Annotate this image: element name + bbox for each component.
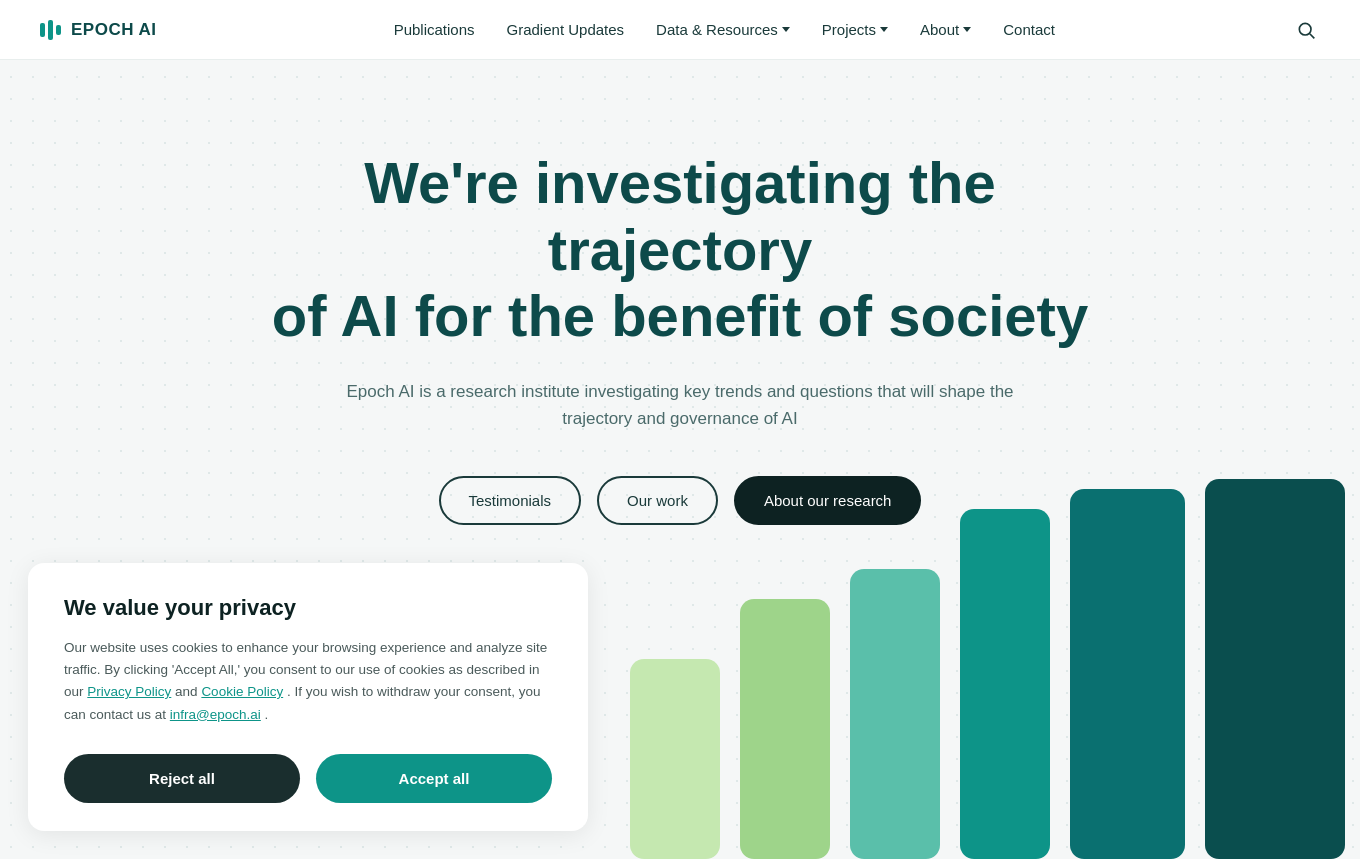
svg-rect-5 [960,509,1050,859]
svg-rect-4 [850,569,940,859]
testimonials-button[interactable]: Testimonials [439,476,582,525]
cookie-policy-link[interactable]: Cookie Policy [201,684,283,699]
nav-gradient-updates[interactable]: Gradient Updates [507,21,625,38]
nav-about[interactable]: About [920,21,971,38]
cookie-buttons: Reject all Accept all [64,754,552,803]
hero-section: We're investigating the trajectory of AI… [0,60,1360,525]
cookie-body: Our website uses cookies to enhance your… [64,637,552,726]
chart-illustration [600,479,1360,859]
chevron-down-icon [963,27,971,32]
svg-rect-6 [1070,489,1185,859]
nav-publications[interactable]: Publications [394,21,475,38]
svg-rect-7 [1205,479,1345,859]
nav-data-resources[interactable]: Data & Resources [656,21,790,38]
hero-title: We're investigating the trajectory of AI… [230,150,1130,350]
svg-line-1 [1310,33,1315,38]
svg-rect-2 [630,659,720,859]
nav-links: Publications Gradient Updates Data & Res… [394,21,1055,39]
cookie-title: We value your privacy [64,595,552,621]
email-link[interactable]: infra@epoch.ai [170,707,261,722]
logo-link[interactable]: EPOCH AI [40,20,157,40]
reject-all-button[interactable]: Reject all [64,754,300,803]
nav-contact[interactable]: Contact [1003,21,1055,38]
svg-rect-3 [740,599,830,859]
cookie-banner: We value your privacy Our website uses c… [28,563,588,831]
chevron-down-icon [782,27,790,32]
hero-subtitle: Epoch AI is a research institute investi… [340,378,1020,432]
logo-icon [40,20,61,40]
search-button[interactable] [1292,16,1320,44]
svg-point-0 [1299,23,1311,35]
chevron-down-icon [880,27,888,32]
logo-text: EPOCH AI [71,20,157,40]
accept-all-button[interactable]: Accept all [316,754,552,803]
nav-projects[interactable]: Projects [822,21,888,38]
privacy-policy-link[interactable]: Privacy Policy [87,684,171,699]
chart-svg [600,479,1360,859]
navigation: EPOCH AI Publications Gradient Updates D… [0,0,1360,60]
search-icon [1296,20,1316,40]
